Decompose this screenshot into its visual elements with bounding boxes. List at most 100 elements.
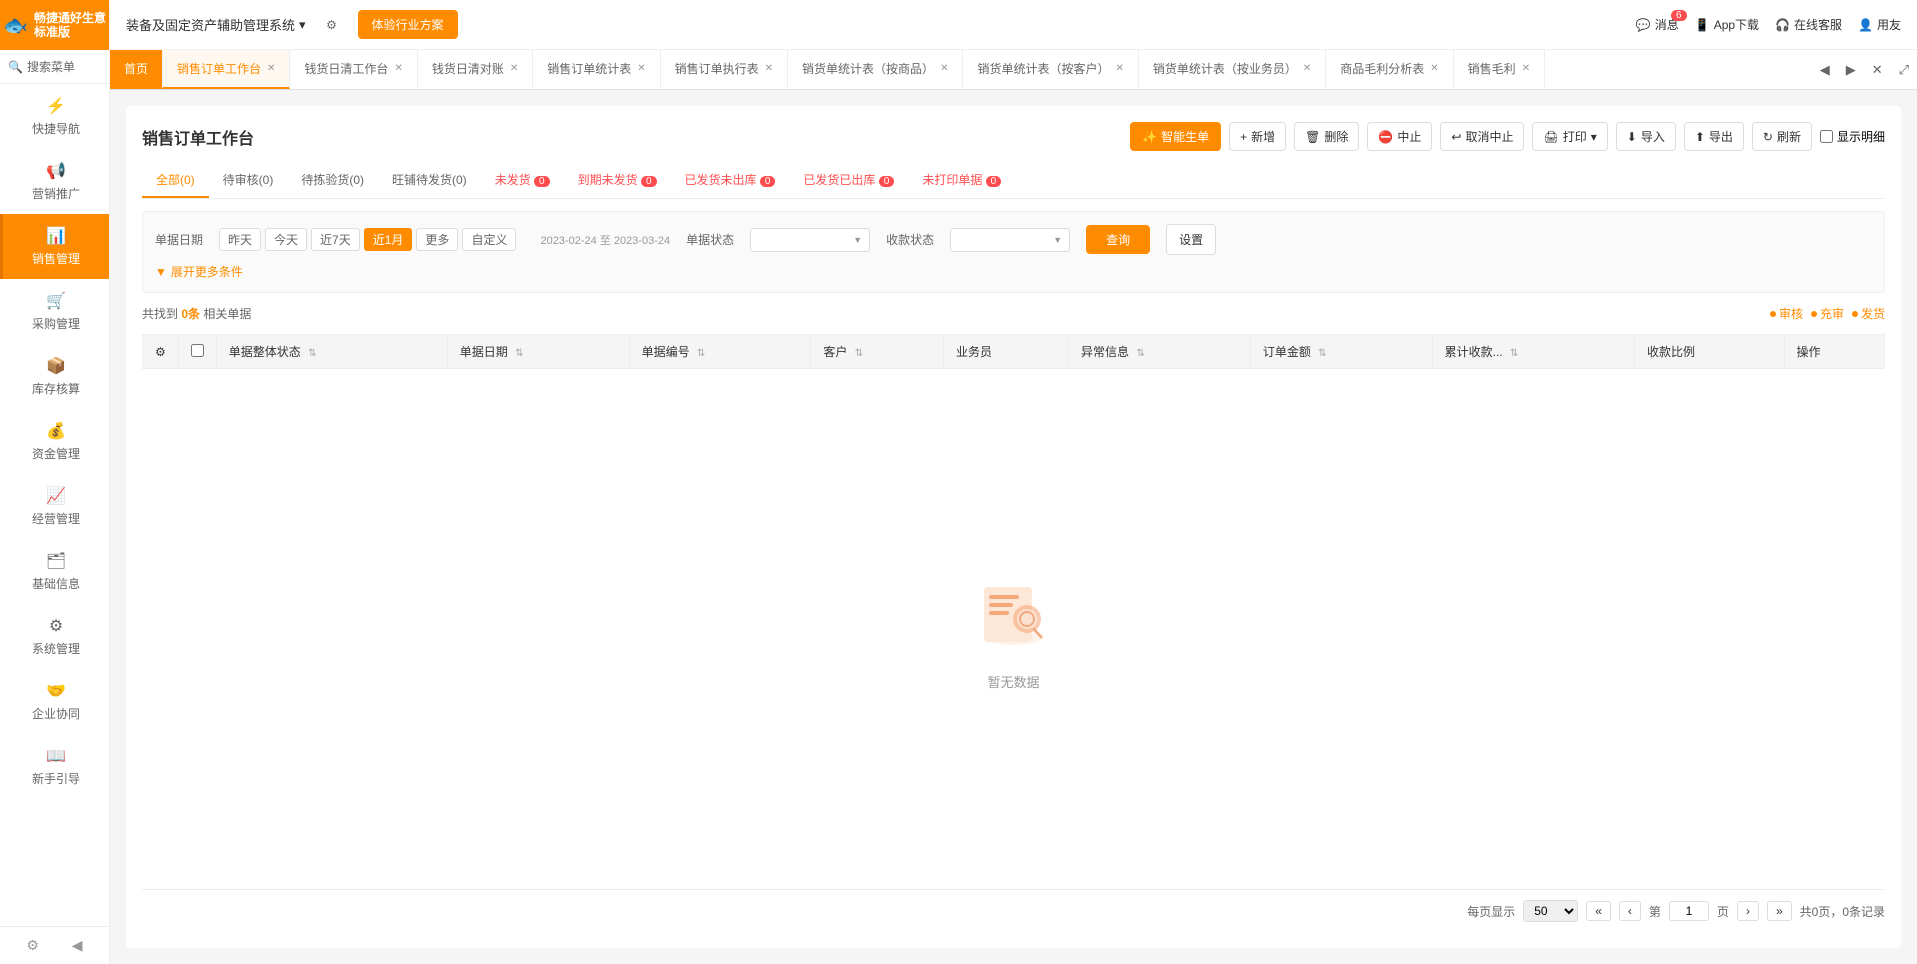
subtab-shipped-not-outstocked[interactable]: 已发货未出库 0: [671, 163, 790, 198]
refresh-button[interactable]: ↻ 刷新: [1752, 122, 1812, 151]
tab-scroll-left-btn[interactable]: ◀: [1812, 54, 1838, 86]
sidebar-item-marketing[interactable]: 📢 营销推广: [0, 149, 109, 214]
th-doc-no[interactable]: 单据编号 ⇅: [629, 335, 811, 369]
total-label: 共0页，0条记录: [1800, 903, 1885, 920]
tab-sales-margin[interactable]: 销售毛利 ✕: [1454, 50, 1545, 89]
sidebar-item-guide[interactable]: 📖 新手引导: [0, 734, 109, 799]
th-doc-date[interactable]: 单据日期 ⇅: [447, 335, 629, 369]
topbar-cta-button[interactable]: 体验行业方案: [358, 10, 458, 39]
topbar-user-btn[interactable]: 👤 用友: [1858, 16, 1901, 33]
sidebar-item-inventory[interactable]: 📦 库存核算: [0, 344, 109, 409]
batch-ship-btn[interactable]: 发货: [1852, 305, 1885, 322]
sidebar-item-operations[interactable]: 📈 经营管理: [0, 474, 109, 539]
subtab-unprinted[interactable]: 未打印单据 0: [908, 163, 1015, 198]
date-1month-btn[interactable]: 近1月: [364, 228, 413, 251]
tab-order-exec[interactable]: 销售订单执行表 ✕: [661, 50, 788, 89]
tab-expand-btn[interactable]: ⤢: [1891, 54, 1917, 86]
sidebar-item-sales[interactable]: 📊 销售管理: [0, 214, 109, 279]
tab-margin-analysis[interactable]: 商品毛利分析表 ✕: [1326, 50, 1453, 89]
first-page-btn[interactable]: «: [1586, 901, 1611, 921]
prev-page-btn[interactable]: ‹: [1619, 901, 1641, 921]
smart-create-button[interactable]: ✨ 智能生单: [1130, 122, 1221, 151]
page-number-input[interactable]: [1669, 901, 1709, 921]
add-button[interactable]: + 新增: [1229, 122, 1286, 151]
th-order-amount[interactable]: 订单金额 ⇅: [1250, 335, 1432, 369]
tab-goods-stats-close[interactable]: ✕: [940, 63, 948, 74]
export-button[interactable]: ⬆ 导出: [1684, 122, 1744, 151]
tab-staff-stats[interactable]: 销货单统计表（按业务员） ✕: [1139, 50, 1326, 89]
table-header-row: ⚙ 单据整体状态 ⇅ 单据日期 ⇅ 单据编号 ⇅ 客户 ⇅ 业务员 异常信息 ⇅…: [143, 335, 1885, 369]
payment-filter-select[interactable]: [950, 228, 1070, 252]
tab-close-all-btn[interactable]: ✕: [1864, 54, 1891, 86]
sidebar-collapse-icon[interactable]: ◀: [72, 937, 83, 954]
topbar-appdownload-btn[interactable]: 📱 App下载: [1695, 16, 1759, 33]
subtab-overdue-unshipped[interactable]: 到期未发货 0: [564, 163, 671, 198]
tab-customer-stats-close[interactable]: ✕: [1115, 63, 1123, 74]
tab-home[interactable]: 首页: [110, 50, 163, 89]
subtab-unshipped[interactable]: 未发货 0: [481, 163, 564, 198]
tab-order-stats[interactable]: 销售订单统计表 ✕: [533, 50, 660, 89]
last-page-btn[interactable]: »: [1767, 901, 1792, 921]
quicknav-icon: ⚡: [46, 96, 66, 116]
system-title-dropdown[interactable]: 装备及固定资产辅助管理系统 ▾: [126, 15, 306, 34]
tab-cashgoods-close[interactable]: ✕: [394, 63, 402, 74]
topbar-support-btn[interactable]: 🎧 在线客服: [1775, 16, 1842, 33]
tab-sales-workbench[interactable]: 销售订单工作台 ✕: [163, 50, 290, 89]
th-customer[interactable]: 客户 ⇅: [811, 335, 944, 369]
show-detail-label: 显示明细: [1837, 128, 1885, 145]
topbar-message-btn[interactable]: 💬 消息 6: [1636, 16, 1679, 33]
tab-scroll-right-btn[interactable]: ▶: [1838, 54, 1864, 86]
show-detail-checkbox[interactable]: [1820, 130, 1833, 143]
sidebar-item-purchase[interactable]: 🛒 采购管理: [0, 279, 109, 344]
sidebar-item-search[interactable]: 🔍 搜索菜单: [0, 50, 109, 84]
status-filter-select[interactable]: [750, 228, 870, 252]
sidebar-item-quicknav[interactable]: ⚡ 快捷导航: [0, 84, 109, 149]
delete-button[interactable]: 🗑 删除: [1294, 122, 1359, 151]
expand-filter-btn[interactable]: ▼ 展开更多条件: [155, 263, 243, 280]
sidebar-item-collab[interactable]: 🤝 企业协同: [0, 669, 109, 734]
select-all-checkbox[interactable]: [191, 344, 204, 357]
batch-review-btn[interactable]: 审核: [1770, 305, 1803, 322]
tab-reconcile[interactable]: 钱货日清对账 ✕: [418, 50, 533, 89]
query-button[interactable]: 查询: [1086, 225, 1150, 254]
tab-sales-workbench-close[interactable]: ✕: [267, 63, 275, 74]
batch-unreview-btn[interactable]: 充审: [1811, 305, 1844, 322]
setting-button[interactable]: 设置: [1166, 224, 1216, 255]
tab-goods-stats[interactable]: 销货单统计表（按商品） ✕: [788, 50, 963, 89]
date-7days-btn[interactable]: 近7天: [311, 228, 360, 251]
sidebar-settings-icon[interactable]: ⚙: [26, 937, 39, 954]
tab-order-exec-close[interactable]: ✕: [765, 63, 773, 74]
import-icon: ⬇: [1627, 130, 1637, 144]
th-cumulative-payment[interactable]: 累计收款... ⇅: [1432, 335, 1634, 369]
tab-sales-margin-close[interactable]: ✕: [1522, 63, 1530, 74]
subtab-pending-pick[interactable]: 待拣验货(0): [287, 163, 378, 198]
print-button[interactable]: 🖨 打印 ▾: [1532, 122, 1607, 151]
tab-margin-analysis-close[interactable]: ✕: [1430, 63, 1438, 74]
date-custom-btn[interactable]: 自定义: [462, 228, 516, 251]
tab-order-stats-close[interactable]: ✕: [637, 63, 645, 74]
date-more-btn[interactable]: 更多: [416, 228, 458, 251]
system-title-text: 装备及固定资产辅助管理系统: [126, 15, 295, 34]
th-settings[interactable]: ⚙: [143, 335, 179, 369]
tab-customer-stats[interactable]: 销货单统计表（按客户） ✕: [963, 50, 1138, 89]
th-checkbox[interactable]: [178, 335, 216, 369]
cancel-stop-button[interactable]: ↩ 取消中止: [1440, 122, 1524, 151]
tab-cashgoods[interactable]: 钱货日清工作台 ✕: [290, 50, 417, 89]
subtab-pending-review[interactable]: 待审核(0): [209, 163, 288, 198]
topbar-settings-btn[interactable]: ⚙: [318, 11, 346, 39]
date-yesterday-btn[interactable]: 昨天: [219, 228, 261, 251]
sidebar-item-basicinfo[interactable]: 🗂 基础信息: [0, 539, 109, 604]
tab-reconcile-close[interactable]: ✕: [510, 63, 518, 74]
subtab-all[interactable]: 全部(0): [142, 163, 209, 198]
tab-staff-stats-close[interactable]: ✕: [1303, 63, 1311, 74]
subtab-shipped-outstocked[interactable]: 已发货已出库 0: [789, 163, 908, 198]
next-page-btn[interactable]: ›: [1737, 901, 1759, 921]
import-button[interactable]: ⬇ 导入: [1616, 122, 1676, 151]
date-today-btn[interactable]: 今天: [265, 228, 307, 251]
sidebar-item-sysconfig[interactable]: ⚙ 系统管理: [0, 604, 109, 669]
sidebar-item-finance[interactable]: 💰 资金管理: [0, 409, 109, 474]
subtab-shop-pending[interactable]: 旺铺待发货(0): [378, 163, 481, 198]
per-page-select[interactable]: 50 100: [1523, 900, 1578, 922]
stop-button[interactable]: ⛔ 中止: [1367, 122, 1432, 151]
show-detail-checkbox-label[interactable]: 显示明细: [1820, 128, 1885, 145]
